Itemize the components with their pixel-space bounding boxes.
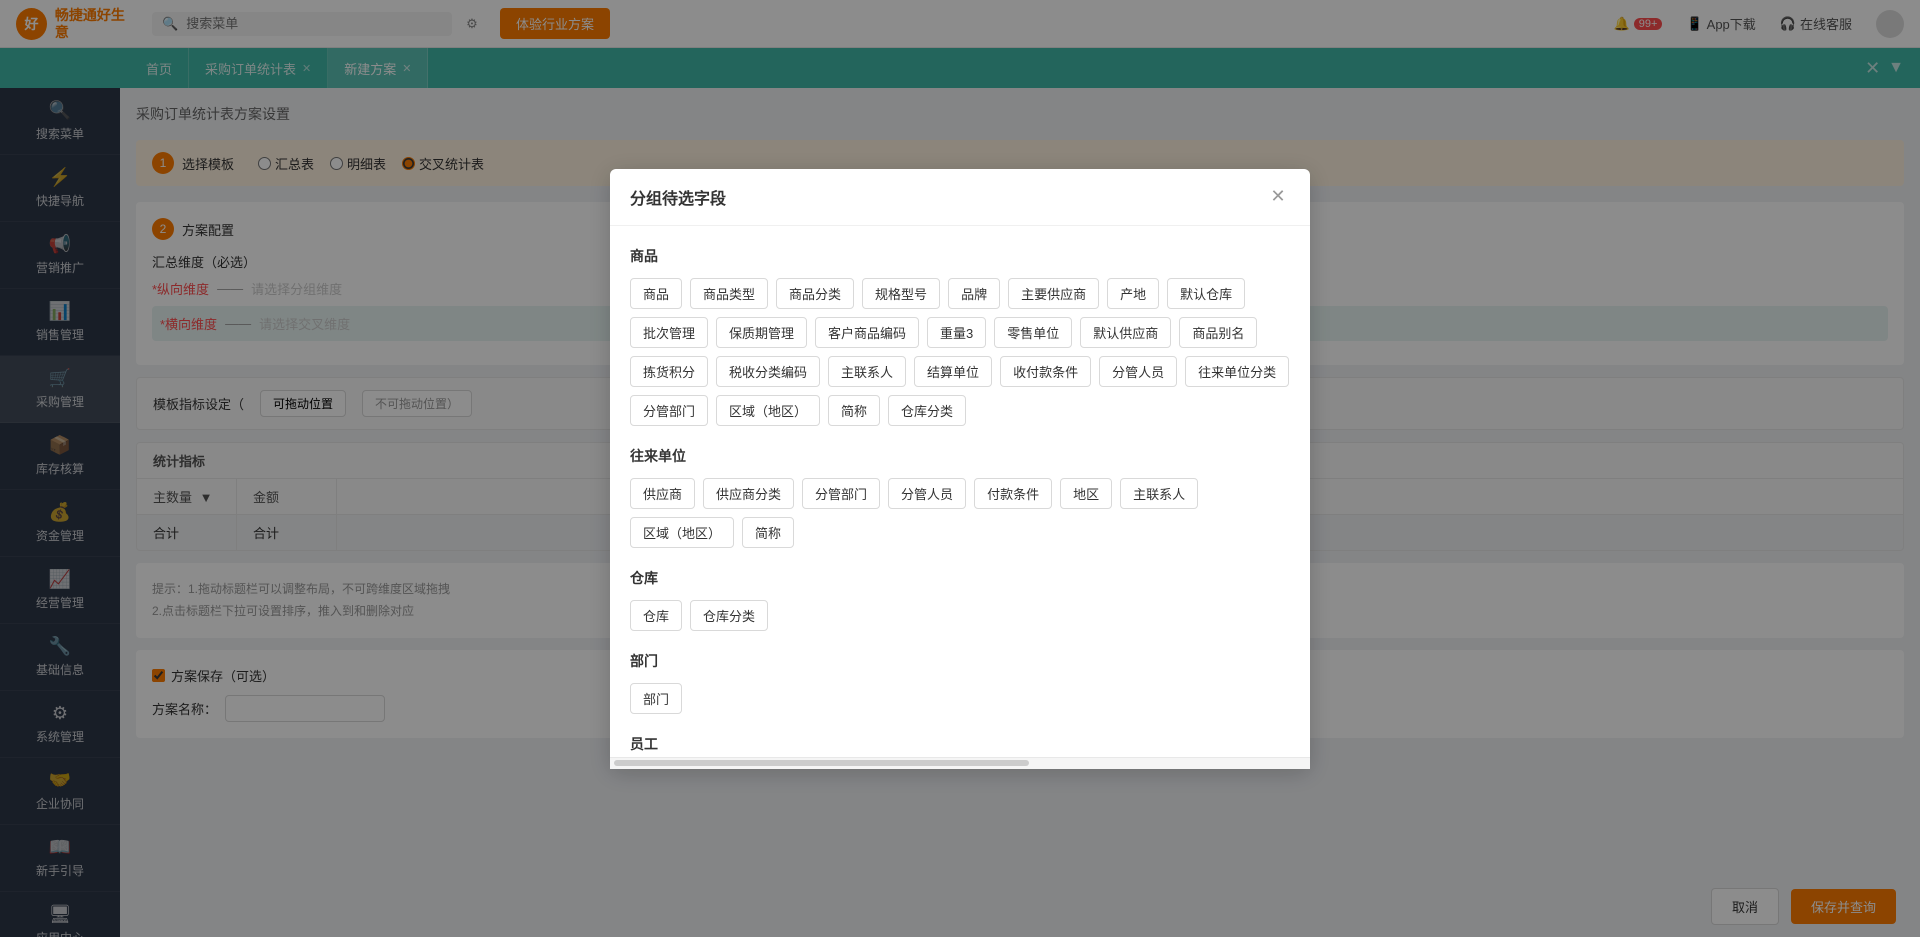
modal-section-title: 部门 [630,651,1290,671]
field-tag[interactable]: 分管部门 [802,478,880,509]
field-tag[interactable]: 区域（地区） [630,517,734,548]
field-tag[interactable]: 重量3 [927,317,986,348]
modal-section-title: 往来单位 [630,446,1290,466]
field-tag[interactable]: 品牌 [948,278,1000,309]
field-tag[interactable]: 商品分类 [776,278,854,309]
modal-section-仓库: 仓库仓库仓库分类 [630,568,1290,631]
field-grid: 商品商品类型商品分类规格型号品牌主要供应商产地默认仓库批次管理保质期管理客户商品… [630,278,1290,426]
field-tag[interactable]: 商品别名 [1179,317,1257,348]
field-tag[interactable]: 默认供应商 [1080,317,1171,348]
field-grid: 部门 [630,683,1290,714]
field-tag[interactable]: 往来单位分类 [1185,356,1289,387]
modal-body: 商品商品商品类型商品分类规格型号品牌主要供应商产地默认仓库批次管理保质期管理客户… [610,226,1310,757]
field-tag[interactable]: 结算单位 [914,356,992,387]
field-tag[interactable]: 零售单位 [994,317,1072,348]
modal-section-部门: 部门部门 [630,651,1290,714]
field-tag[interactable]: 保质期管理 [716,317,807,348]
field-grid: 仓库仓库分类 [630,600,1290,631]
field-tag[interactable]: 仓库分类 [888,395,966,426]
field-tag[interactable]: 主联系人 [828,356,906,387]
field-tag[interactable]: 供应商分类 [703,478,794,509]
modal-section-往来单位: 往来单位供应商供应商分类分管部门分管人员付款条件地区主联系人区域（地区） 简称 [630,446,1290,548]
field-tag[interactable]: 默认仓库 [1167,278,1245,309]
field-tag[interactable]: 客户商品编码 [815,317,919,348]
field-tag[interactable]: 付款条件 [974,478,1052,509]
field-tag[interactable]: 仓库分类 [690,600,768,631]
modal-header: 分组待选字段 ✕ [610,169,1310,226]
field-tag[interactable]: 地区 [1060,478,1112,509]
modal-close-btn[interactable]: ✕ [1266,185,1290,209]
modal-section-title: 仓库 [630,568,1290,588]
modal-section-员工: 员工业务员 [630,734,1290,757]
field-tag[interactable]: 规格型号 [862,278,940,309]
modal-section-title: 员工 [630,734,1290,754]
field-tag[interactable]: 主联系人 [1120,478,1198,509]
field-tag[interactable]: 主要供应商 [1008,278,1099,309]
field-tag[interactable]: 分管部门 [630,395,708,426]
modal: 分组待选字段 ✕ 商品商品商品类型商品分类规格型号品牌主要供应商产地默认仓库批次… [610,169,1310,769]
modal-hscrollbar-thumb [614,760,1029,766]
field-tag[interactable]: 简称 [828,395,880,426]
field-grid: 供应商供应商分类分管部门分管人员付款条件地区主联系人区域（地区） 简称 [630,478,1290,548]
modal-section-商品: 商品商品商品类型商品分类规格型号品牌主要供应商产地默认仓库批次管理保质期管理客户… [630,246,1290,426]
field-tag[interactable]: 商品类型 [690,278,768,309]
modal-title: 分组待选字段 [630,185,726,209]
field-tag[interactable]: 分管人员 [1099,356,1177,387]
modal-section-title: 商品 [630,246,1290,266]
field-tag[interactable]: 批次管理 [630,317,708,348]
field-tag[interactable]: 简称 [742,517,794,548]
field-tag[interactable]: 拣货积分 [630,356,708,387]
modal-hscrollbar[interactable] [610,757,1310,769]
field-tag[interactable]: 分管人员 [888,478,966,509]
field-tag[interactable]: 收付款条件 [1000,356,1091,387]
field-tag[interactable]: 仓库 [630,600,682,631]
field-tag[interactable]: 税收分类编码 [716,356,820,387]
field-tag[interactable]: 产地 [1107,278,1159,309]
field-tag[interactable]: 商品 [630,278,682,309]
modal-overlay: 分组待选字段 ✕ 商品商品商品类型商品分类规格型号品牌主要供应商产地默认仓库批次… [0,0,1920,937]
field-tag[interactable]: 供应商 [630,478,695,509]
field-tag[interactable]: 区域（地区） [716,395,820,426]
field-tag[interactable]: 部门 [630,683,682,714]
